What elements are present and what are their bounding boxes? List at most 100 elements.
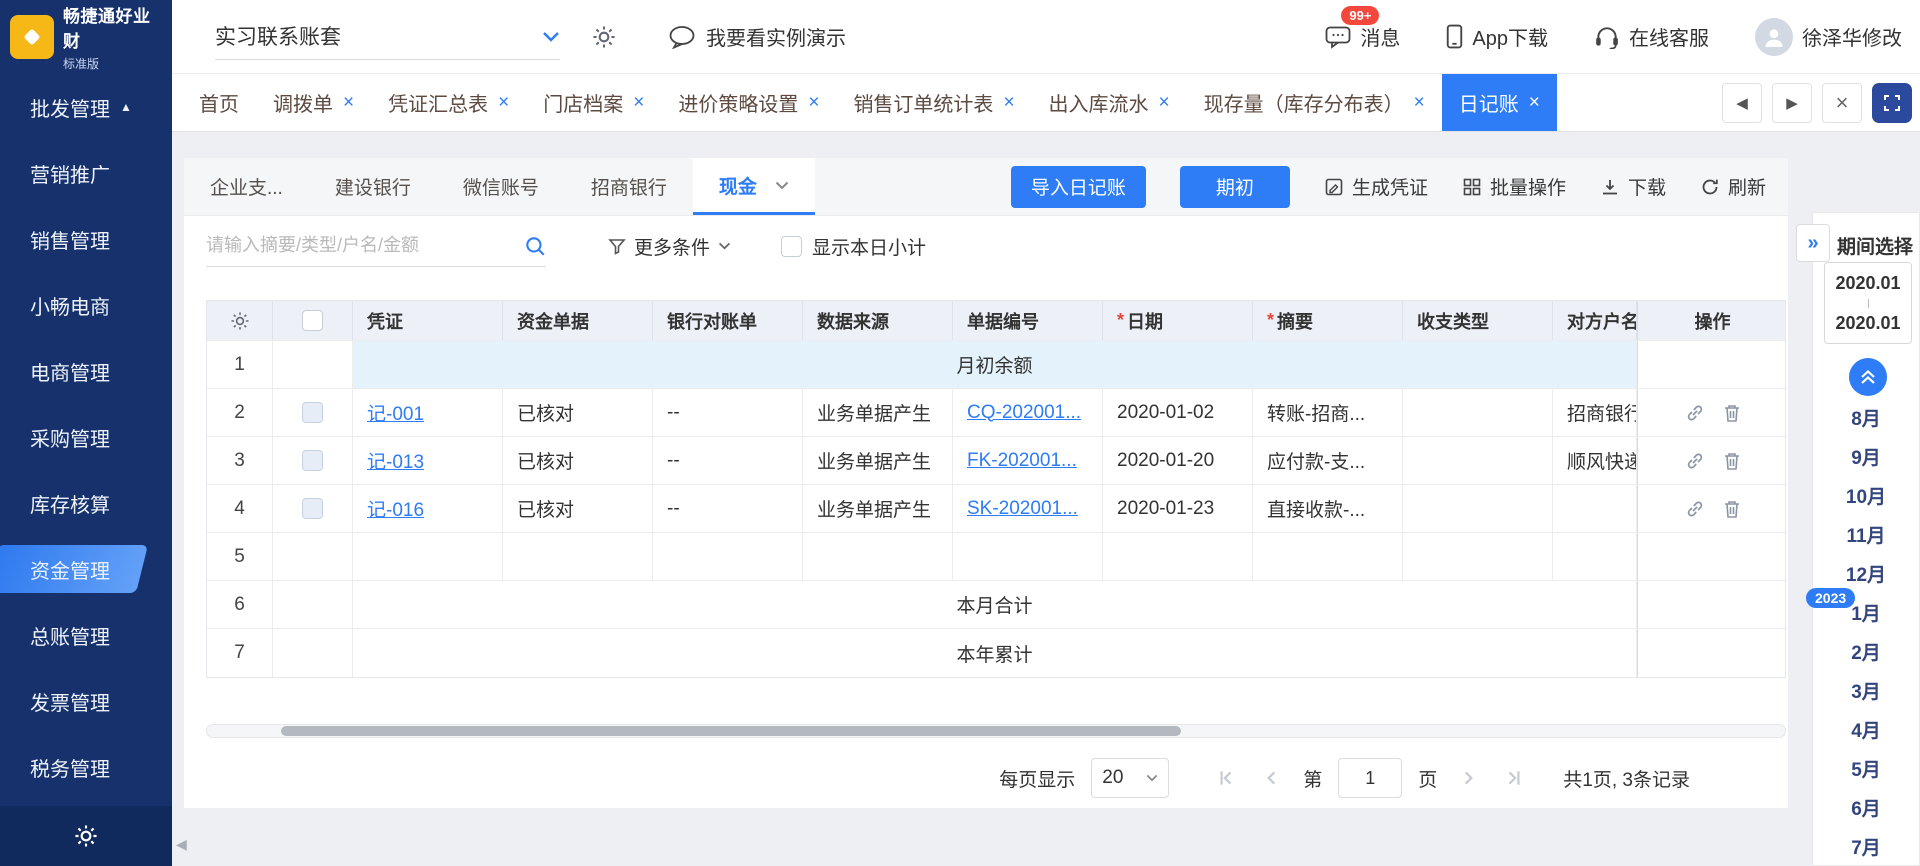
sidebar-settings-button[interactable] (0, 806, 172, 866)
collapse-sidebar-arrow[interactable]: ◀ (176, 836, 187, 853)
close-icon[interactable]: × (1414, 92, 1425, 114)
prev-page-button[interactable] (1257, 763, 1287, 793)
next-page-button[interactable] (1453, 763, 1483, 793)
col-header-voucher[interactable]: 凭证 (353, 301, 503, 340)
close-icon[interactable]: × (1529, 92, 1540, 114)
voucher-link[interactable]: 记-013 (367, 447, 424, 474)
tab-journal[interactable]: 日记账 × (1441, 74, 1557, 131)
subtab-ccb[interactable]: 建设银行 (309, 158, 437, 215)
doc-no-link[interactable]: FK-202001... (967, 450, 1077, 472)
column-settings-button[interactable] (207, 301, 273, 340)
close-icon[interactable]: × (633, 92, 644, 114)
delete-icon[interactable] (1723, 451, 1741, 471)
fullscreen-button[interactable] (1872, 82, 1912, 123)
messages-button[interactable]: 99+ 消息 (1325, 6, 1400, 51)
sidebar-item-inventory[interactable]: 库存核算 (0, 470, 172, 536)
close-icon[interactable]: × (1003, 92, 1014, 114)
row-checkbox[interactable] (302, 450, 323, 471)
row-checkbox[interactable] (302, 498, 323, 519)
tab-voucher-summary[interactable]: 凭证汇总表 × (371, 74, 526, 131)
opening-balance-button[interactable]: 期初 (1179, 165, 1290, 208)
scroll-tabs-right-button[interactable]: ▶ (1772, 82, 1812, 123)
select-all-checkbox[interactable] (302, 310, 323, 331)
sidebar-item-purchasing[interactable]: 采购管理 (0, 404, 172, 470)
month-item[interactable]: 4月 (1813, 710, 1919, 749)
scrollbar-thumb[interactable] (281, 726, 1181, 736)
col-header-fund-doc[interactable]: 资金单据 (503, 301, 653, 340)
sidebar-item-xiaochang-ecom[interactable]: 小畅电商 (0, 272, 172, 338)
scroll-months-up-button[interactable] (1849, 358, 1887, 396)
search-input[interactable] (206, 235, 524, 256)
delete-icon[interactable] (1723, 403, 1741, 423)
col-header-doc-no[interactable]: 单据编号 (953, 301, 1103, 340)
link-icon[interactable] (1685, 499, 1705, 519)
doc-no-link[interactable]: SK-202001... (967, 498, 1078, 520)
col-header-data-source[interactable]: 数据来源 (803, 301, 953, 340)
delete-icon[interactable] (1723, 499, 1741, 519)
last-page-button[interactable] (1499, 763, 1529, 793)
sidebar-item-wholesale[interactable]: 批发管理 ▲ (0, 74, 172, 140)
col-header-counterparty[interactable]: 对方户名 (1553, 301, 1637, 340)
col-header-inout-type[interactable]: 收支类型 (1403, 301, 1553, 340)
per-page-select[interactable]: 20 (1091, 758, 1170, 798)
month-item[interactable]: 11月 (1813, 515, 1919, 554)
subtab-enterprise-pay[interactable]: 企业支... (184, 158, 309, 215)
search-icon[interactable] (524, 235, 546, 257)
col-header-bank-statement[interactable]: 银行对账单 (653, 301, 803, 340)
import-journal-button[interactable]: 导入日记账 (1010, 165, 1146, 208)
col-header-date[interactable]: * 日期 (1103, 301, 1253, 340)
generate-voucher-button[interactable]: 生成凭证 (1324, 173, 1428, 200)
first-page-button[interactable] (1211, 763, 1241, 793)
sidebar-item-tax[interactable]: 税务管理 (0, 734, 172, 800)
tab-inout-flow[interactable]: 出入库流水 × (1032, 74, 1187, 131)
close-icon[interactable]: × (498, 92, 509, 114)
month-item[interactable]: 7月 (1813, 827, 1919, 866)
collapse-period-panel-button[interactable]: » (1796, 224, 1830, 262)
tab-sales-order-stats[interactable]: 销售订单统计表 × (836, 74, 1031, 131)
doc-no-link[interactable]: CQ-202001... (967, 402, 1081, 424)
tab-store-archive[interactable]: 门店档案 × (526, 74, 661, 131)
sidebar-item-sales[interactable]: 销售管理 (0, 206, 172, 272)
more-conditions-button[interactable]: 更多条件 (608, 233, 731, 260)
close-icon[interactable]: × (808, 92, 819, 114)
tab-home[interactable]: 首页 (182, 74, 256, 131)
account-selector[interactable]: 实习联系账套 (215, 14, 560, 60)
month-item[interactable]: 3月 (1813, 671, 1919, 710)
sidebar-item-ecommerce[interactable]: 电商管理 (0, 338, 172, 404)
download-button[interactable]: 下载 (1600, 173, 1666, 200)
user-menu[interactable]: 徐泽华修改 (1755, 17, 1902, 56)
page-input[interactable] (1338, 758, 1403, 798)
close-icon[interactable]: × (1159, 92, 1170, 114)
refresh-button[interactable]: 刷新 (1700, 173, 1766, 200)
close-all-tabs-button[interactable]: × (1822, 82, 1862, 123)
tab-stock-distribution[interactable]: 现存量（库存分布表） × (1187, 74, 1442, 131)
show-day-subtotal-toggle[interactable]: 显示本日小计 (781, 233, 926, 260)
horizontal-scrollbar[interactable] (206, 724, 1786, 738)
chevron-down-icon[interactable] (775, 181, 789, 190)
settings-gear-icon[interactable] (592, 25, 616, 49)
demo-link[interactable]: 我要看实例演示 (668, 22, 846, 51)
close-icon[interactable]: × (343, 92, 354, 114)
sidebar-item-invoice[interactable]: 发票管理 (0, 668, 172, 734)
link-icon[interactable] (1685, 451, 1705, 471)
tab-transfer-order[interactable]: 调拨单 × (256, 74, 371, 131)
month-item[interactable]: 9月 (1813, 437, 1919, 476)
tab-purchase-price-policy[interactable]: 进价策略设置 × (661, 74, 836, 131)
batch-operations-button[interactable]: 批量操作 (1462, 173, 1566, 200)
online-service-button[interactable]: 在线客服 (1594, 22, 1709, 51)
sidebar-item-marketing[interactable]: 营销推广 (0, 140, 172, 206)
app-download-button[interactable]: App下载 (1446, 22, 1548, 51)
scroll-tabs-left-button[interactable]: ◀ (1722, 82, 1762, 123)
sidebar-item-funds[interactable]: 资金管理 (0, 536, 172, 602)
col-header-summary[interactable]: * 摘要 (1253, 301, 1403, 340)
subtab-cmb[interactable]: 招商银行 (565, 158, 693, 215)
subtab-wechat[interactable]: 微信账号 (437, 158, 565, 215)
month-item[interactable]: 8月 (1813, 398, 1919, 437)
month-item[interactable]: 6月 (1813, 788, 1919, 827)
voucher-link[interactable]: 记-016 (367, 495, 424, 522)
voucher-link[interactable]: 记-001 (367, 399, 424, 426)
subtab-cash[interactable]: 现金 (692, 158, 815, 215)
link-icon[interactable] (1685, 403, 1705, 423)
period-range-selector[interactable]: 2020.01 2020.01 (1824, 262, 1912, 344)
month-item[interactable]: 10月 (1813, 476, 1919, 515)
